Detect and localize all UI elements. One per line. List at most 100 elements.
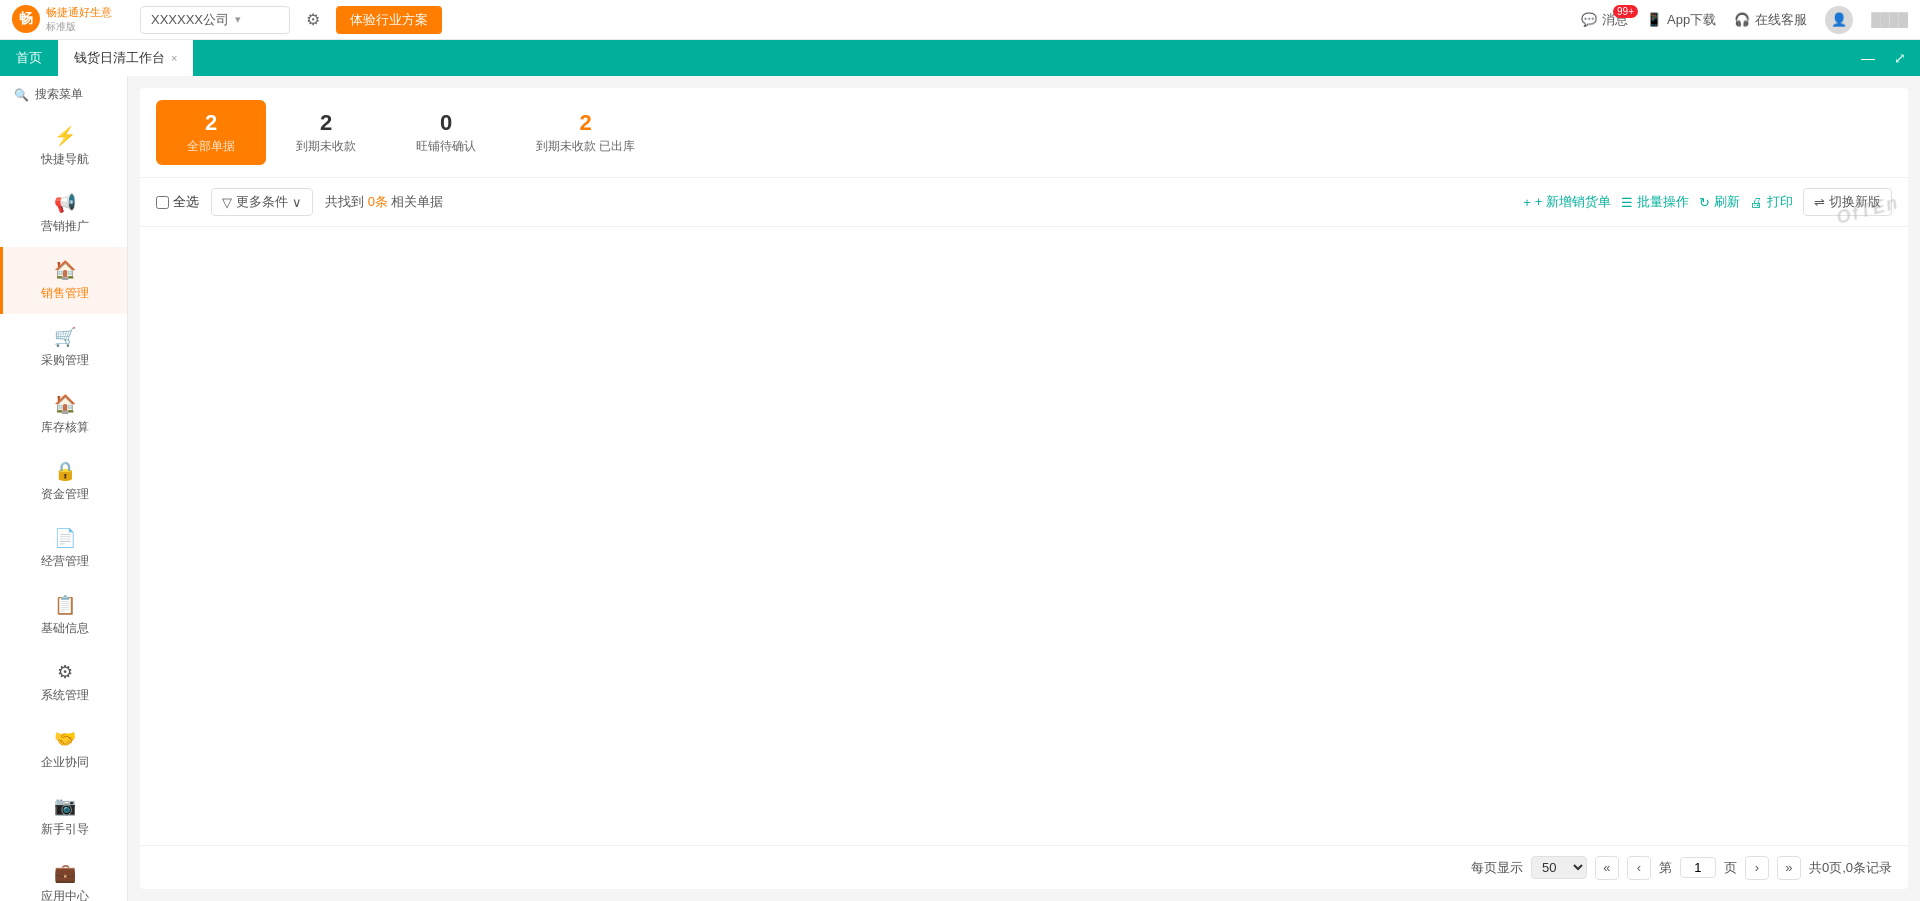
operations-icon: 📄 xyxy=(54,527,76,549)
finance-icon: 🔒 xyxy=(54,460,76,482)
last-page-icon: » xyxy=(1785,860,1792,875)
filter-button[interactable]: ▽ 更多条件 ∨ xyxy=(211,188,313,216)
sidebar-item-inventory[interactable]: 🏠 库存核算 xyxy=(0,381,127,448)
new-sales-button[interactable]: + + 新增销货单 xyxy=(1523,193,1611,211)
app-download-item[interactable]: 📱 App下载 xyxy=(1646,11,1716,29)
trial-button[interactable]: 体验行业方案 xyxy=(336,6,442,34)
switch-icon: ⇌ xyxy=(1814,195,1825,210)
sidebar-item-label: 销售管理 xyxy=(41,285,89,302)
search-icon: 🔍 xyxy=(14,88,29,102)
messages-item[interactable]: 💬 消息 99+ xyxy=(1581,11,1628,29)
download-icon: 📱 xyxy=(1646,12,1662,27)
all-label: 全部单据 xyxy=(187,138,235,155)
top-right-area: 💬 消息 99+ 📱 App下载 🎧 在线客服 👤 ████ xyxy=(1581,6,1908,34)
prev-page-button[interactable]: ‹ xyxy=(1627,856,1651,880)
found-count: 0条 xyxy=(368,194,388,209)
sidebar-item-cooperation[interactable]: 🤝 企业协同 xyxy=(0,716,127,783)
sidebar-item-label: 快捷导航 xyxy=(41,151,89,168)
main-layout: 🔍 搜索菜单 ⚡ 快捷导航 📢 营销推广 🏠 销售管理 🛒 采购管理 🏠 库存核… xyxy=(0,76,1920,901)
cooperation-icon: 🤝 xyxy=(54,728,76,750)
summary-card-all[interactable]: 2 全部单据 xyxy=(156,100,266,165)
system-icon: ⚙ xyxy=(57,661,73,683)
basics-icon: 📋 xyxy=(54,594,76,616)
page-number-input[interactable] xyxy=(1680,857,1716,878)
print-button[interactable]: 🖨 打印 xyxy=(1750,193,1793,211)
sidebar-item-basics[interactable]: 📋 基础信息 xyxy=(0,582,127,649)
logo-icon: 畅 xyxy=(12,5,40,33)
summary-card-overdue[interactable]: 2 到期未收款 xyxy=(266,100,386,165)
active-tab[interactable]: 钱货日清工作台 × xyxy=(58,40,193,76)
summary-card-pending[interactable]: 0 旺铺待确认 xyxy=(386,100,506,165)
sidebar-item-label: 新手引导 xyxy=(41,821,89,838)
company-selector[interactable]: XXXXXX公司 ▾ xyxy=(140,6,290,34)
home-tab-label: 首页 xyxy=(16,49,42,67)
first-page-button[interactable]: « xyxy=(1595,856,1619,880)
sidebar-item-marketing[interactable]: 📢 营销推广 xyxy=(0,180,127,247)
per-page-label: 每页显示 xyxy=(1471,859,1523,877)
logo-sub: 标准版 xyxy=(46,20,112,34)
filter-label: 更多条件 xyxy=(236,193,288,211)
messages-badge: 99+ xyxy=(1613,5,1638,18)
print-icon: 🖨 xyxy=(1750,195,1763,210)
switch-label: 切换新版 xyxy=(1829,193,1881,211)
tab-close-icon[interactable]: × xyxy=(171,52,177,64)
pending-count: 0 xyxy=(440,110,452,136)
user-avatar[interactable]: 👤 xyxy=(1825,6,1853,34)
total-text: 共0页,0条记录 xyxy=(1809,859,1892,877)
prev-page-icon: ‹ xyxy=(1637,860,1641,875)
filter-arrow: ∨ xyxy=(292,195,302,210)
app-download-label: App下载 xyxy=(1667,11,1716,29)
nav-right-icons: — ⤢ xyxy=(1856,46,1920,70)
overdue-label: 到期未收款 xyxy=(296,138,356,155)
settings-button[interactable]: ⚙ xyxy=(298,5,328,35)
sidebar-item-label: 企业协同 xyxy=(41,754,89,771)
next-page-button[interactable]: › xyxy=(1745,856,1769,880)
company-dropdown-arrow: ▾ xyxy=(235,13,241,26)
sidebar-item-guide[interactable]: 📷 新手引导 xyxy=(0,783,127,850)
select-all-input[interactable] xyxy=(156,196,169,209)
gear-icon: ⚙ xyxy=(306,10,320,29)
print-label: 打印 xyxy=(1767,193,1793,211)
sidebar-search[interactable]: 🔍 搜索菜单 xyxy=(0,76,127,113)
table-area xyxy=(140,227,1908,845)
first-page-icon: « xyxy=(1603,860,1610,875)
nav-minimize-icon[interactable]: — xyxy=(1856,46,1880,70)
sidebar-item-label: 经营管理 xyxy=(41,553,89,570)
sidebar-item-sales[interactable]: 🏠 销售管理 xyxy=(0,247,127,314)
pagination-bar: 每页显示 50 100 200 « ‹ 第 页 › xyxy=(140,845,1908,889)
home-tab[interactable]: 首页 xyxy=(0,40,58,76)
sidebar: 🔍 搜索菜单 ⚡ 快捷导航 📢 营销推广 🏠 销售管理 🛒 采购管理 🏠 库存核… xyxy=(0,76,128,901)
page-label-first: 第 xyxy=(1659,859,1672,877)
quick-nav-icon: ⚡ xyxy=(54,125,76,147)
sidebar-item-system[interactable]: ⚙ 系统管理 xyxy=(0,649,127,716)
sidebar-item-quick-nav[interactable]: ⚡ 快捷导航 xyxy=(0,113,127,180)
per-page-select[interactable]: 50 100 200 xyxy=(1531,856,1587,879)
sidebar-item-operations[interactable]: 📄 经营管理 xyxy=(0,515,127,582)
last-page-button[interactable]: » xyxy=(1777,856,1801,880)
summary-card-outbound[interactable]: 2 到期未收款 已出库 xyxy=(506,100,665,165)
batch-label: 批量操作 xyxy=(1637,193,1689,211)
switch-version-button[interactable]: ⇌ 切换新版 xyxy=(1803,188,1892,216)
search-menu-label: 搜索菜单 xyxy=(35,86,83,103)
sidebar-item-purchase[interactable]: 🛒 采购管理 xyxy=(0,314,127,381)
batch-operation-button[interactable]: ☰ 批量操作 xyxy=(1621,193,1689,211)
select-all-checkbox[interactable]: 全选 xyxy=(156,193,199,211)
sidebar-item-appstore[interactable]: 💼 应用中心 xyxy=(0,850,127,901)
summary-cards: 2 全部单据 2 到期未收款 0 旺铺待确认 2 到期未收款 已出库 xyxy=(140,88,1908,178)
found-suffix: 相关单据 xyxy=(391,194,443,209)
outbound-label: 到期未收款 已出库 xyxy=(536,138,635,155)
online-service-item[interactable]: 🎧 在线客服 xyxy=(1734,11,1807,29)
nav-maximize-icon[interactable]: ⤢ xyxy=(1888,46,1912,70)
avatar-icon: 👤 xyxy=(1831,12,1847,27)
sidebar-item-label: 营销推广 xyxy=(41,218,89,235)
refresh-button[interactable]: ↻ 刷新 xyxy=(1699,193,1740,211)
outbound-count: 2 xyxy=(580,110,592,136)
sidebar-item-label: 资金管理 xyxy=(41,486,89,503)
toolbar-right: + + 新增销货单 ☰ 批量操作 ↻ 刷新 🖨 打印 xyxy=(1523,188,1892,216)
sidebar-item-finance[interactable]: 🔒 资金管理 xyxy=(0,448,127,515)
logo-area: 畅 畅捷通好生意 标准版 xyxy=(12,5,140,33)
user-name-area[interactable]: ████ xyxy=(1871,12,1908,27)
sidebar-item-label: 应用中心 xyxy=(41,888,89,901)
content-inner: 2 全部单据 2 到期未收款 0 旺铺待确认 2 到期未收款 已出库 xyxy=(140,88,1908,889)
new-sales-label: + 新增销货单 xyxy=(1535,193,1611,211)
